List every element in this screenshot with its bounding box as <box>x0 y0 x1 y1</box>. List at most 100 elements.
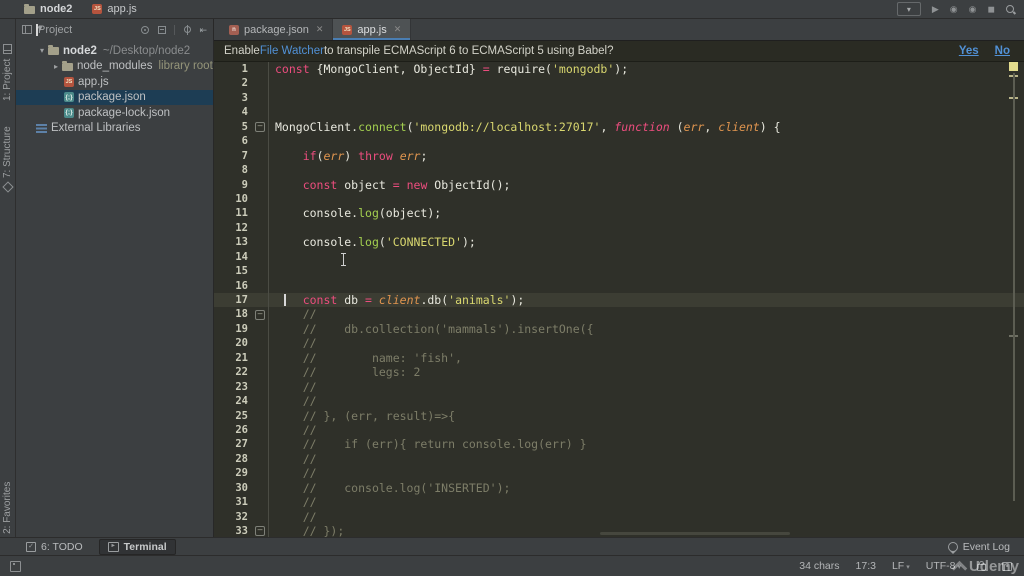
code-line-32[interactable]: 32 // <box>214 509 1024 524</box>
fold-gutter <box>252 264 268 278</box>
line-separator-selector[interactable]: LF ▾ <box>892 560 910 572</box>
vertical-scrollbar[interactable] <box>1013 73 1015 501</box>
tree-item-label: package-lock.json <box>78 106 171 119</box>
banner-yes-link[interactable]: Yes <box>959 45 979 57</box>
event-log-button[interactable]: Event Log <box>947 541 1010 554</box>
code-editor[interactable]: 1 const {MongoClient, ObjectId} = require… <box>214 62 1024 553</box>
locate-icon[interactable] <box>140 25 150 35</box>
code-line-9[interactable]: 9 const object = new ObjectId(); <box>214 177 1024 192</box>
code-line-21[interactable]: 21 // name: 'fish', <box>214 350 1024 366</box>
code-line-4[interactable]: 4 <box>214 105 1024 120</box>
collapse-all-icon[interactable] <box>157 25 167 35</box>
stop-icon[interactable]: ◼ <box>988 4 995 14</box>
line-number: 20 <box>235 337 248 350</box>
highlighting-level-icon[interactable] <box>1002 561 1012 571</box>
encoding-selector[interactable]: UTF-8 ▾ <box>926 560 961 572</box>
code-line-15[interactable]: 15 <box>214 264 1024 279</box>
terminal-toolwindow-button[interactable]: ▸ Terminal <box>98 539 176 555</box>
fold-gutter <box>252 495 268 509</box>
tree-item-app-js[interactable]: JS app.js <box>16 74 213 90</box>
code-line-14[interactable]: 14 <box>214 249 1024 265</box>
line-number: 16 <box>235 279 248 292</box>
tab-app-js[interactable]: JS app.js ✕ <box>333 19 412 40</box>
code-line-10[interactable]: 10 <box>214 191 1024 207</box>
code-line-22[interactable]: 22 // legs: 2 <box>214 365 1024 380</box>
json-file-icon: {;} <box>64 92 74 103</box>
code-line-25[interactable]: 25 // }, (err, result)=>{ <box>214 408 1024 423</box>
chevron-down-icon: ▾ <box>906 564 910 571</box>
search-icon[interactable] <box>1006 5 1014 13</box>
run-config-dropdown-icon[interactable]: ▾ <box>896 2 921 16</box>
line-number: 17 <box>235 294 248 306</box>
code-line-8[interactable]: 8 <box>214 163 1024 178</box>
close-icon[interactable]: ✕ <box>316 24 324 35</box>
chevron-down-icon[interactable]: ▼ <box>36 23 44 36</box>
code-line-13[interactable]: 13 console.log('CONNECTED'); <box>214 235 1024 250</box>
fold-marker-icon[interactable]: – <box>255 309 265 320</box>
code-line-19[interactable]: 19 // db.collection('mammals').insertOne… <box>214 321 1024 337</box>
tree-item-package-lock-json[interactable]: {;} package-lock.json <box>16 105 213 121</box>
breadcrumb-file[interactable]: JS app.js <box>92 3 137 15</box>
todo-toolwindow-button[interactable]: ✓ 6: TODO <box>26 541 83 553</box>
code-line-16[interactable]: 16 <box>214 278 1024 293</box>
tab-package-json[interactable]: n package.json ✕ <box>220 19 334 40</box>
divider <box>174 24 176 35</box>
line-number: 3 <box>241 91 248 104</box>
line-number: 32 <box>235 510 248 523</box>
fold-gutter <box>252 250 268 264</box>
folder-icon <box>24 3 35 14</box>
structure-icon <box>1 181 14 193</box>
coverage-icon[interactable]: ◉ <box>950 4 958 14</box>
tree-item-node-modules[interactable]: ▸ node_modules library root <box>16 59 213 75</box>
fold-marker-icon[interactable]: – <box>255 121 265 132</box>
tree-item-external-libraries[interactable]: External Libraries <box>16 121 213 137</box>
line-number: 19 <box>235 322 248 335</box>
npm-icon: n <box>229 24 239 35</box>
fold-marker-icon[interactable]: – <box>255 526 265 537</box>
code-line-6[interactable]: 6 <box>214 134 1024 149</box>
code-line-27[interactable]: 27 // if (err){ return console.log(err) … <box>214 437 1024 452</box>
code-line-20[interactable]: 20 // <box>214 336 1024 351</box>
caret-position[interactable]: 17:3 <box>856 560 876 572</box>
code-line-26[interactable]: 26 // <box>214 422 1024 438</box>
toolwindow-stripe-1-project[interactable]: 1: Project <box>2 43 13 101</box>
horizontal-scrollbar[interactable] <box>600 532 790 535</box>
line-number: 9 <box>241 178 248 191</box>
hide-panel-icon[interactable]: ⇤ <box>199 25 207 35</box>
breadcrumb-project-label: node2 <box>40 3 73 15</box>
code-line-23[interactable]: 23 // <box>214 379 1024 395</box>
breadcrumb-project[interactable]: node2 <box>24 3 72 15</box>
banner-no-link[interactable]: No <box>995 45 1010 57</box>
settings-gear-icon[interactable] <box>182 24 192 35</box>
code-line-28[interactable]: 28 // <box>214 451 1024 467</box>
code-line-18[interactable]: 18– // <box>214 307 1024 322</box>
chevron-right-icon[interactable]: ▸ <box>50 62 62 71</box>
tree-item-package-json[interactable]: {;} package.json <box>16 89 213 105</box>
close-icon[interactable]: ✕ <box>394 24 402 35</box>
code-line-11[interactable]: 11 console.log(object); <box>214 206 1024 221</box>
code-line-text: // <box>268 466 1024 481</box>
code-line-5[interactable]: 5– MongoClient.connect('mongodb://localho… <box>214 119 1024 135</box>
toolwindow-stripe-7-structure[interactable]: 7: Structure <box>1 126 14 193</box>
code-line-2[interactable]: 2 <box>214 76 1024 91</box>
code-line-30[interactable]: 30 // console.log('INSERTED'); <box>214 480 1024 496</box>
tree-item-node2[interactable]: ▾ node2 ~/Desktop/node2 <box>16 43 213 59</box>
fold-gutter <box>252 76 268 90</box>
code-line-24[interactable]: 24 // <box>214 394 1024 409</box>
code-line-12[interactable]: 12 <box>214 220 1024 236</box>
code-line-31[interactable]: 31 // <box>214 495 1024 510</box>
profiler-icon[interactable]: ◉ <box>969 4 977 14</box>
readonly-lock-icon[interactable] <box>977 561 986 571</box>
code-line-3[interactable]: 3 <box>214 90 1024 106</box>
fold-gutter <box>252 365 268 379</box>
code-line-text: // db.collection('mammals').insertOne({ <box>268 321 1024 337</box>
toolwindow-switcher-icon[interactable] <box>10 560 21 572</box>
code-line-7[interactable]: 7 if(err) throw err; <box>214 148 1024 164</box>
chevron-down-icon[interactable]: ▾ <box>36 46 48 55</box>
run-icon[interactable]: ▶ <box>932 4 939 14</box>
file-watcher-link[interactable]: File Watcher <box>260 45 324 57</box>
code-line-29[interactable]: 29 // <box>214 466 1024 481</box>
js-file-icon: JS <box>92 4 103 14</box>
code-line-17[interactable]: 17 const db = client.db('animals'); <box>214 293 1024 308</box>
code-line-1[interactable]: 1 const {MongoClient, ObjectId} = require… <box>214 62 1024 77</box>
